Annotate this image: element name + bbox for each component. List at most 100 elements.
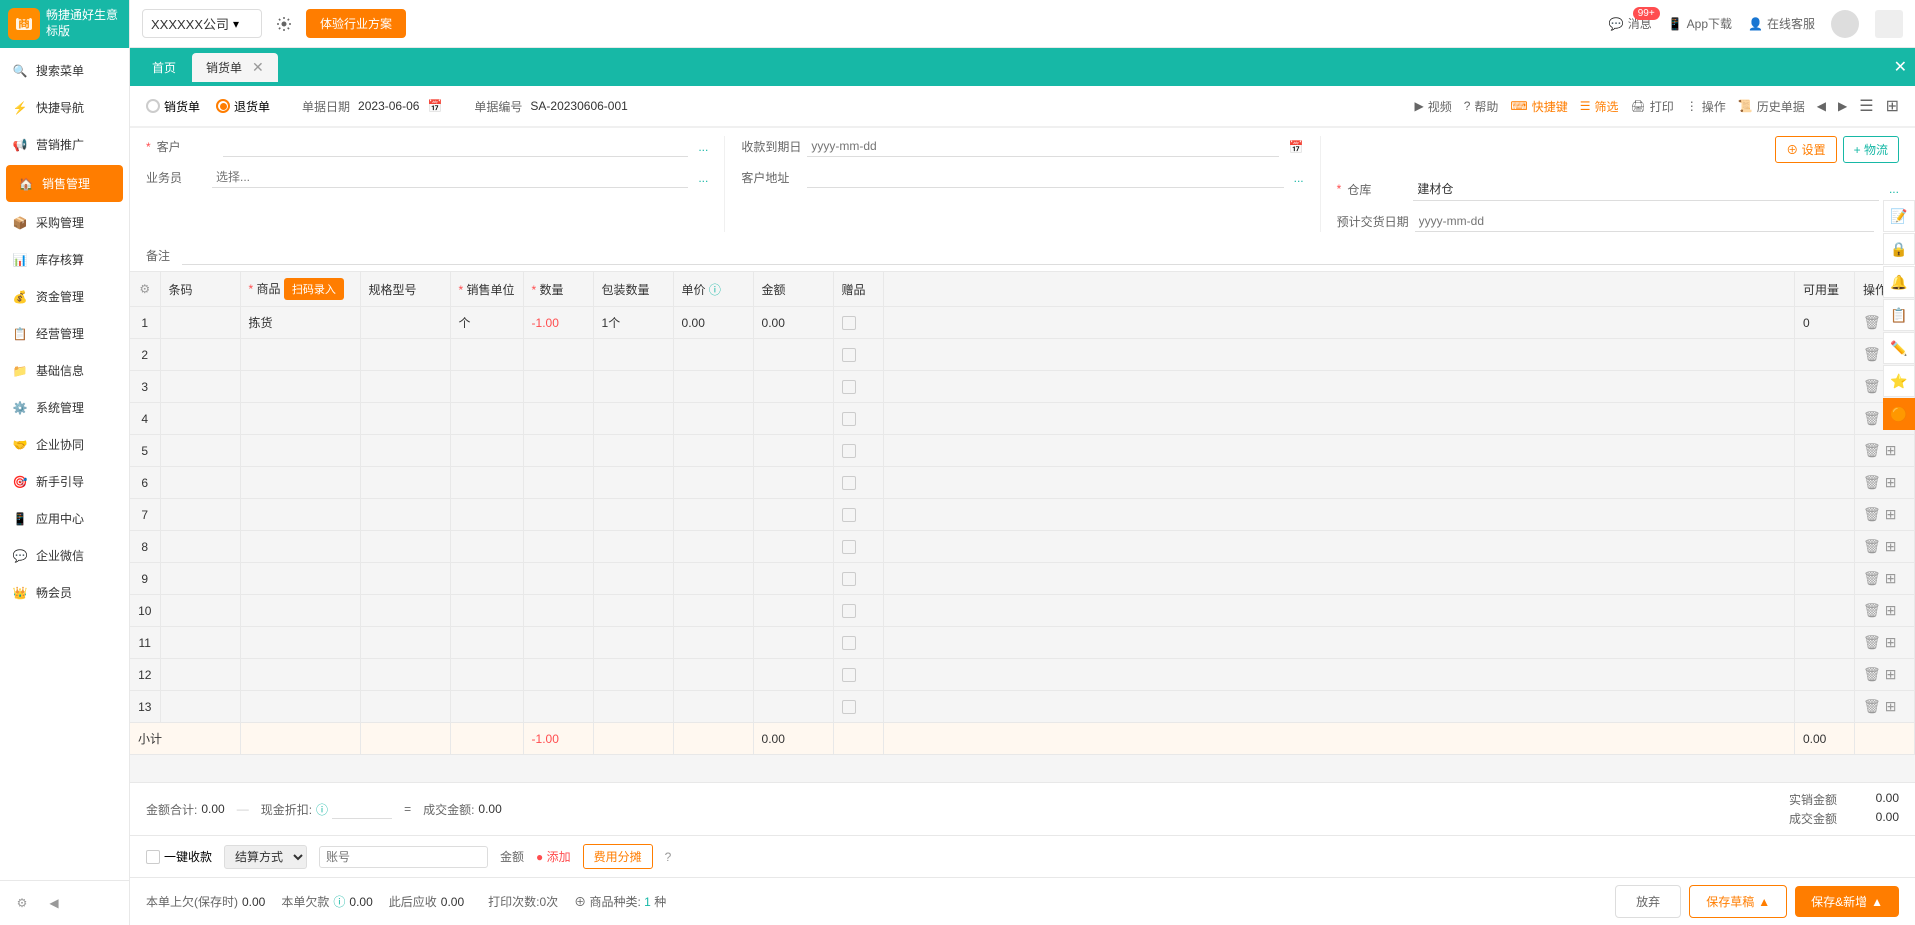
row-13-copy-button[interactable]: ⊞ [1885, 698, 1897, 715]
help-button[interactable]: ? 帮助 [1464, 98, 1499, 115]
row-6-pack[interactable] [593, 467, 673, 499]
customer-addr-input[interactable] [807, 167, 1283, 188]
row-13-barcode[interactable] [160, 691, 240, 723]
row-10-product[interactable] [240, 595, 360, 627]
row-13-pack[interactable] [593, 691, 673, 723]
salesperson-dots[interactable]: ... [698, 171, 708, 185]
row-7-qty[interactable] [523, 499, 593, 531]
operations-button[interactable]: ⋮ 操作 [1686, 98, 1726, 115]
row-12-qty[interactable] [523, 659, 593, 691]
row-3-barcode[interactable] [160, 371, 240, 403]
row-10-spec[interactable] [360, 595, 450, 627]
row-9-copy-button[interactable]: ⊞ [1885, 570, 1897, 587]
one-click-payment-checkbox[interactable]: 一键收款 [146, 848, 212, 865]
row-7-barcode[interactable] [160, 499, 240, 531]
row-6-gift-checkbox[interactable] [842, 476, 856, 490]
row-9-gift[interactable] [833, 563, 883, 595]
row-10-unit[interactable] [450, 595, 523, 627]
row-5-qty[interactable] [523, 435, 593, 467]
sidebar-item-system[interactable]: ⚙️ 系统管理 [0, 389, 129, 426]
col-settings-icon[interactable]: ⚙ [139, 282, 150, 296]
row-4-spec[interactable] [360, 403, 450, 435]
row-10-amount[interactable] [753, 595, 833, 627]
row-12-barcode[interactable] [160, 659, 240, 691]
row-5-gift-checkbox[interactable] [842, 444, 856, 458]
row-11-unit[interactable] [450, 627, 523, 659]
online-service-button[interactable]: 👤 在线客服 [1748, 15, 1815, 32]
row-9-unit[interactable] [450, 563, 523, 595]
row-1-delete-button[interactable]: 🗑 [1863, 314, 1881, 331]
row-2-qty[interactable] [523, 339, 593, 371]
row-12-copy-button[interactable]: ⊞ [1885, 666, 1897, 683]
row-7-product[interactable] [240, 499, 360, 531]
row-12-amount[interactable] [753, 659, 833, 691]
row-1-barcode[interactable] [160, 307, 240, 339]
row-2-price[interactable] [673, 339, 753, 371]
expected-date-input[interactable] [1415, 211, 1874, 232]
row-6-copy-button[interactable]: ⊞ [1885, 474, 1897, 491]
sidebar-item-operations[interactable]: 📋 经营管理 [0, 315, 129, 352]
row-6-delete-button[interactable]: 🗑 [1863, 474, 1881, 491]
row-2-amount[interactable] [753, 339, 833, 371]
row-5-pack[interactable] [593, 435, 673, 467]
row-11-delete-button[interactable]: 🗑 [1863, 634, 1881, 651]
row-13-price[interactable] [673, 691, 753, 723]
row-8-gift[interactable] [833, 531, 883, 563]
nav-prev-icon[interactable]: ◀ [1817, 99, 1826, 113]
radio-sales-order[interactable]: 销货单 [146, 98, 200, 115]
print-button[interactable]: 🖨 打印 [1631, 98, 1674, 115]
row-5-copy-button[interactable]: ⊞ [1885, 442, 1897, 459]
row-4-gift-checkbox[interactable] [842, 412, 856, 426]
row-13-amount[interactable] [753, 691, 833, 723]
row-10-gift-checkbox[interactable] [842, 604, 856, 618]
row-2-barcode[interactable] [160, 339, 240, 371]
row-11-barcode[interactable] [160, 627, 240, 659]
row-9-delete-button[interactable]: 🗑 [1863, 570, 1881, 587]
row-5-amount[interactable] [753, 435, 833, 467]
float-btn-5[interactable]: ✏️ [1883, 332, 1915, 364]
row-6-barcode[interactable] [160, 467, 240, 499]
sidebar-item-purchase[interactable]: 📦 采购管理 [0, 204, 129, 241]
row-10-delete-button[interactable]: 🗑 [1863, 602, 1881, 619]
row-12-pack[interactable] [593, 659, 673, 691]
row-7-gift[interactable] [833, 499, 883, 531]
video-button[interactable]: ▶ 视频 [1414, 98, 1451, 115]
row-10-qty[interactable] [523, 595, 593, 627]
row-2-pack[interactable] [593, 339, 673, 371]
row-2-spec[interactable] [360, 339, 450, 371]
customer-dots[interactable]: ... [698, 140, 708, 154]
row-13-product[interactable] [240, 691, 360, 723]
row-6-amount[interactable] [753, 467, 833, 499]
sidebar-item-app-center[interactable]: 📱 应用中心 [0, 500, 129, 537]
scan-button[interactable]: 扫码录入 [284, 278, 344, 300]
row-7-pack[interactable] [593, 499, 673, 531]
row-12-product[interactable] [240, 659, 360, 691]
row-9-gift-checkbox[interactable] [842, 572, 856, 586]
row-9-amount[interactable] [753, 563, 833, 595]
row-12-price[interactable] [673, 659, 753, 691]
row-13-delete-button[interactable]: 🗑 [1863, 698, 1881, 715]
row-2-gift[interactable] [833, 339, 883, 371]
row-11-pack[interactable] [593, 627, 673, 659]
row-7-unit[interactable] [450, 499, 523, 531]
row-3-amount[interactable] [753, 371, 833, 403]
sidebar-item-finance[interactable]: 💰 资金管理 [0, 278, 129, 315]
row-11-gift-checkbox[interactable] [842, 636, 856, 650]
message-button[interactable]: 💬 消息 99+ [1609, 15, 1652, 32]
row-13-qty[interactable] [523, 691, 593, 723]
user-avatar[interactable] [1831, 10, 1859, 38]
sidebar-item-weixin[interactable]: 💬 企业微信 [0, 537, 129, 574]
cash-discount-info-icon[interactable]: ⓘ [316, 801, 328, 818]
settle-method-select[interactable]: 结算方式 [224, 845, 307, 869]
row-8-amount[interactable] [753, 531, 833, 563]
nav-next-icon[interactable]: ▶ [1838, 99, 1847, 113]
row-5-gift[interactable] [833, 435, 883, 467]
history-button[interactable]: 📜 历史单据 [1738, 98, 1805, 115]
row-10-copy-button[interactable]: ⊞ [1885, 602, 1897, 619]
sidebar-item-member[interactable]: 👑 畅会员 [0, 574, 129, 611]
user-more-button[interactable] [1875, 10, 1903, 38]
row-4-delete-button[interactable]: 🗑 [1863, 410, 1881, 427]
tab-sales-order[interactable]: 销货单 ✕ [192, 53, 278, 82]
row-7-price[interactable] [673, 499, 753, 531]
row-6-spec[interactable] [360, 467, 450, 499]
